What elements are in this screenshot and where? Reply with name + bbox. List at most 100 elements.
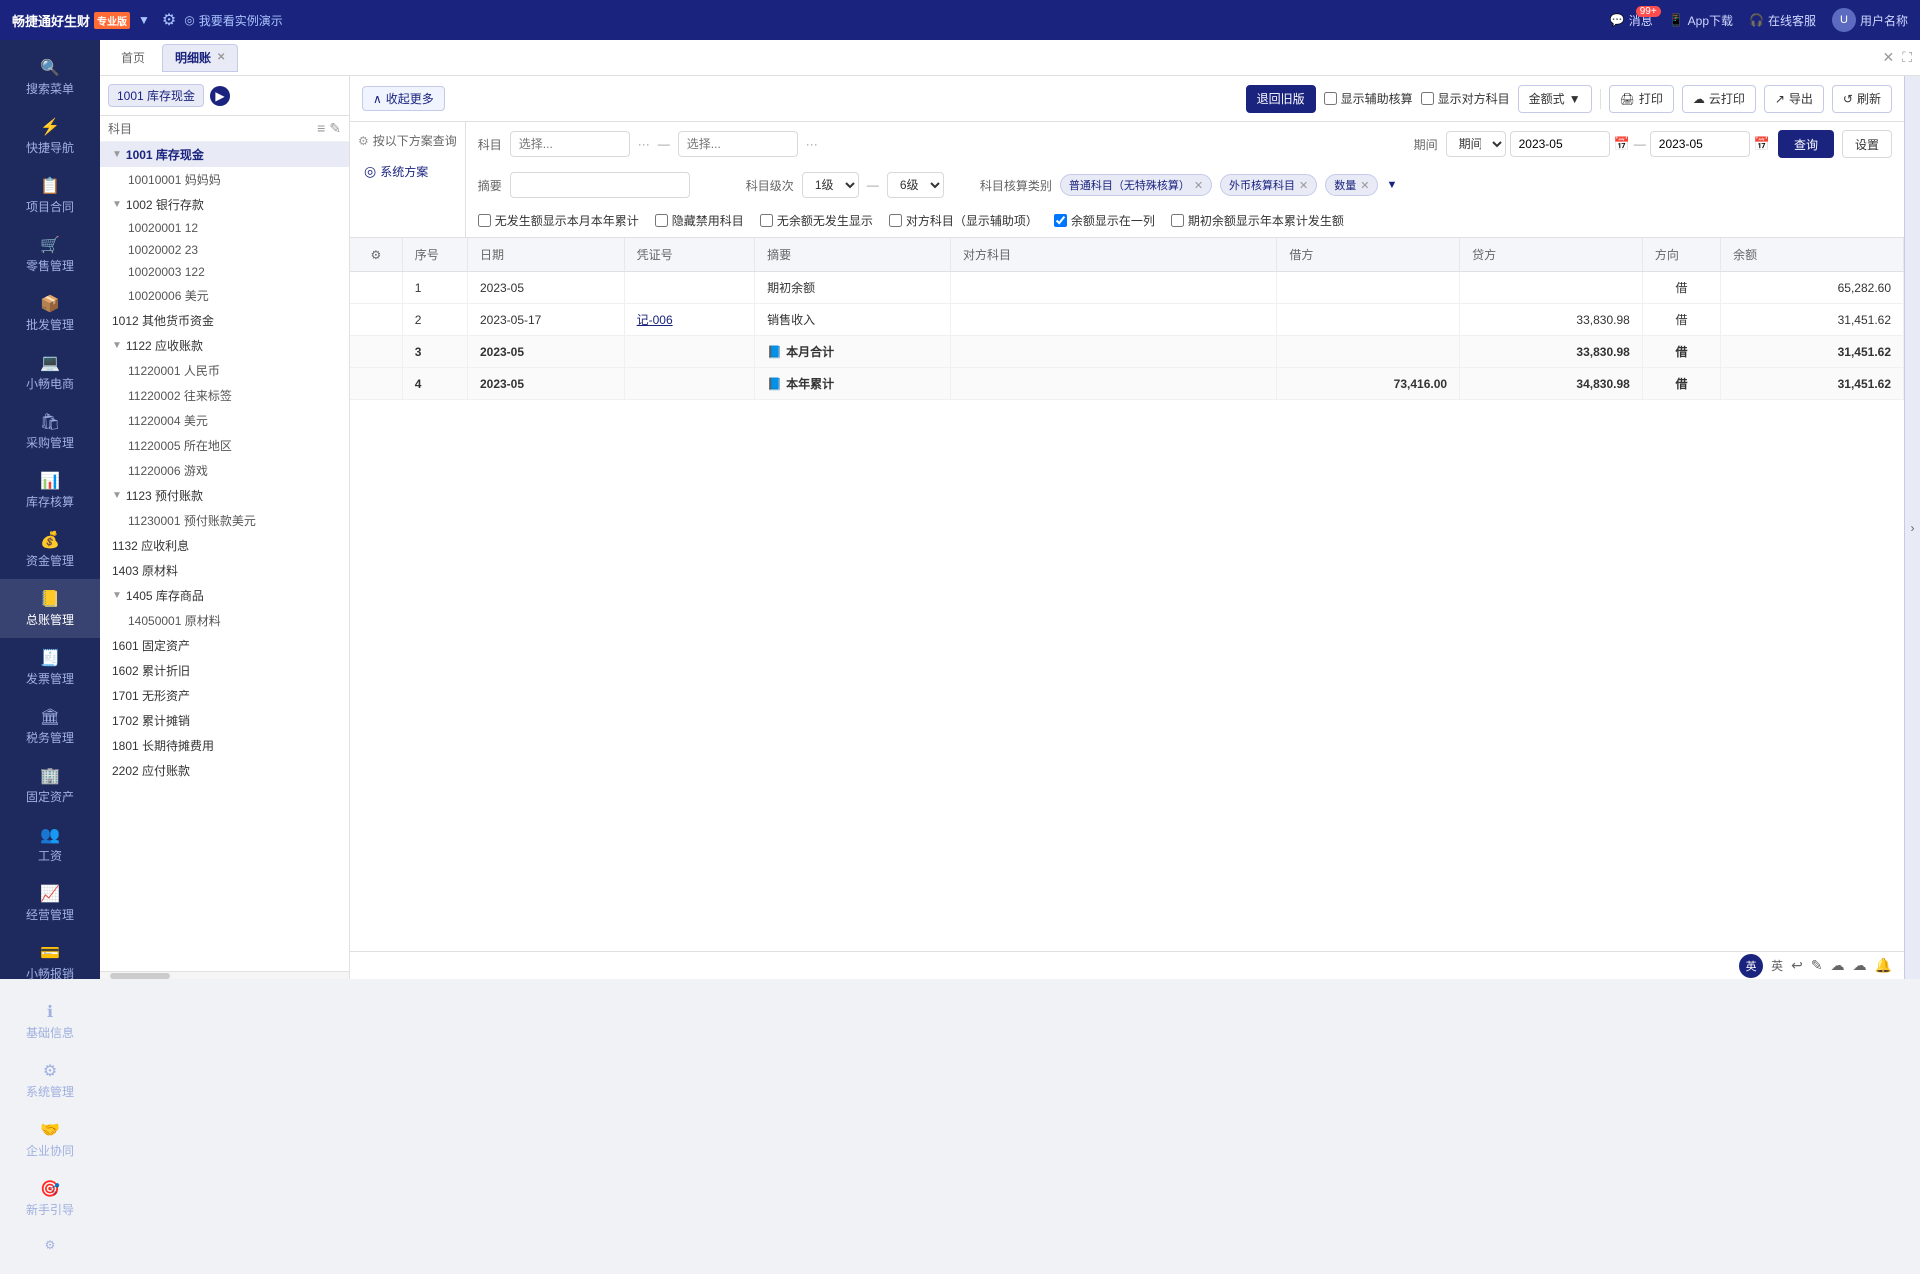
sidebar-item-system[interactable]: ⚙ 系统管理 (0, 1051, 100, 1110)
sidebar-item-assets[interactable]: 🏢 固定资产 (0, 756, 100, 815)
undo-icon[interactable]: ↩ (1791, 957, 1803, 974)
cloud-icon-2[interactable]: ☁ (1853, 957, 1867, 974)
company-dropdown[interactable]: ▼ (138, 13, 150, 27)
checkbox-opening-year-input[interactable] (1171, 214, 1184, 227)
sidebar-settings-btn[interactable]: ⚙ (45, 1228, 56, 1262)
tree-item-1701[interactable]: 1701 无形资产 (100, 683, 349, 708)
sidebar-item-guide[interactable]: 🎯 新手引导 (0, 1169, 100, 1228)
settings-icon[interactable]: ⚙ (162, 10, 176, 30)
sidebar-item-purchase[interactable]: 🛍 采购管理 (0, 402, 100, 461)
tree-item-2202[interactable]: 2202 应付账款 (100, 758, 349, 783)
checkbox-no-amount-input[interactable] (478, 214, 491, 227)
amount-mode-btn[interactable]: 金额式 ▼ (1518, 85, 1592, 113)
tree-item-1403[interactable]: 1403 原材料 (100, 558, 349, 583)
show-aux-check[interactable]: 显示辅助核算 (1324, 90, 1413, 107)
td-voucher-2[interactable]: 记-006 (624, 304, 755, 336)
sidebar-item-inventory[interactable]: 📊 库存核算 (0, 461, 100, 520)
query-btn[interactable]: 查询 (1778, 130, 1834, 158)
tree-item-11230001[interactable]: 11230001 预付账款美元 (100, 508, 349, 533)
col-layout-icon[interactable]: ≡ (317, 120, 325, 137)
subject-level-from-select[interactable]: 1级 (802, 172, 859, 198)
checkbox-no-balance[interactable]: 无余额无发生显示 (760, 212, 873, 229)
tree-item-11220006[interactable]: 11220006 游戏 (100, 458, 349, 483)
checkbox-no-amount[interactable]: 无发生额显示本月本年累计 (478, 212, 639, 229)
user-menu[interactable]: U 用户名称 (1832, 8, 1908, 32)
checkbox-balance-one-col[interactable]: 余额显示在一列 (1054, 212, 1155, 229)
subject-calc-dropdown[interactable]: ▼ (1386, 179, 1397, 191)
tree-item-1602[interactable]: 1602 累计折旧 (100, 658, 349, 683)
tree-item-1012[interactable]: 1012 其他货币资金 (100, 308, 349, 333)
tree-item-1123[interactable]: ▼ 1123 预付账款 (100, 483, 349, 508)
tree-item-1001[interactable]: ▼ 1001 库存现金 (100, 142, 349, 167)
horizontal-scrollbar[interactable] (100, 971, 349, 979)
tree-item-1405[interactable]: ▼ 1405 库存商品 (100, 583, 349, 608)
nav-arrow-btn[interactable]: ▶ (210, 86, 230, 106)
subject-level-to-select[interactable]: 6级 (887, 172, 944, 198)
refresh-btn[interactable]: ↺ 刷新 (1832, 85, 1892, 113)
tree-item-14050001[interactable]: 14050001 原材料 (100, 608, 349, 633)
sidebar-item-payroll[interactable]: 👥 工资 (0, 815, 100, 874)
tab-home[interactable]: 首页 (108, 44, 158, 72)
checkbox-opposite-subject[interactable]: 对方科目（显示辅助项） (889, 212, 1038, 229)
app-download-btn[interactable]: 📱 App下载 (1669, 12, 1733, 29)
tree-item-10020003[interactable]: 10020003 122 (100, 261, 349, 283)
scroll-thumb[interactable] (110, 973, 170, 979)
notification-icon[interactable]: 🔔 (1875, 957, 1892, 974)
lang-switch-btn[interactable]: 英 (1739, 954, 1763, 978)
period-calendar-icon[interactable]: 📅 (1614, 136, 1630, 152)
tree-item-11220005[interactable]: 11220005 所在地区 (100, 433, 349, 458)
tag-close-foreign[interactable]: ✕ (1299, 179, 1308, 192)
sidebar-item-ecommerce[interactable]: 💻 小畅电商 (0, 343, 100, 402)
tree-item-1601[interactable]: 1601 固定资产 (100, 633, 349, 658)
tree-item-1702[interactable]: 1702 累计摊销 (100, 708, 349, 733)
sidebar-item-operations[interactable]: 📈 经营管理 (0, 874, 100, 933)
sidebar-item-finance[interactable]: 💰 资金管理 (0, 520, 100, 579)
th-settings[interactable]: ⚙ (350, 238, 402, 272)
back-old-btn[interactable]: 退回旧版 (1246, 85, 1316, 113)
tab-maximize-btn[interactable]: ⛶ (1902, 49, 1912, 66)
voucher-link[interactable]: 记-006 (637, 313, 673, 327)
show-aux-checkbox[interactable] (1324, 92, 1337, 105)
cloud-print-btn[interactable]: ☁ 云打印 (1682, 85, 1756, 113)
tree-item-11220004[interactable]: 11220004 美元 (100, 408, 349, 433)
tab-detail-close[interactable]: ✕ (217, 52, 225, 63)
checkbox-opposite-input[interactable] (889, 214, 902, 227)
sidebar-item-invoice[interactable]: 🧾 发票管理 (0, 638, 100, 697)
sidebar-item-project[interactable]: 📋 项目合同 (0, 166, 100, 225)
right-side-expand-btn[interactable]: › (1904, 76, 1920, 979)
scheme-item-system[interactable]: ◎ 系统方案 (358, 159, 457, 184)
tree-item-10020002[interactable]: 10020002 23 (100, 239, 349, 261)
tab-detail[interactable]: 明细账 ✕ (162, 44, 238, 72)
sidebar-item-search[interactable]: 🔍 搜索菜单 (0, 48, 100, 107)
sidebar-item-quick-nav[interactable]: ⚡ 快捷导航 (0, 107, 100, 166)
tree-item-10020001[interactable]: 10020001 12 (100, 217, 349, 239)
tree-item-11220002[interactable]: 11220002 往来标签 (100, 383, 349, 408)
export-btn[interactable]: ↗ 导出 (1764, 85, 1824, 113)
subject-input-to[interactable] (678, 131, 798, 157)
period-start-input[interactable] (1510, 131, 1610, 157)
checkbox-no-balance-input[interactable] (760, 214, 773, 227)
tag-close-quantity[interactable]: ✕ (1360, 179, 1369, 192)
cloud-icon-1[interactable]: ☁ (1831, 957, 1845, 974)
tree-item-10020006[interactable]: 10020006 美元 (100, 283, 349, 308)
checkbox-opening-year[interactable]: 期初余额显示年本累计发生额 (1171, 212, 1344, 229)
show-opposite-checkbox[interactable] (1421, 92, 1434, 105)
message-btn[interactable]: 💬 消息 99+ (1610, 12, 1653, 29)
sidebar-item-base-info[interactable]: ℹ 基础信息 (0, 992, 100, 1051)
tree-item-1122[interactable]: ▼ 1122 应收账款 (100, 333, 349, 358)
tree-item-1801[interactable]: 1801 长期待摊费用 (100, 733, 349, 758)
sidebar-item-sales[interactable]: 💳 小畅报销 (0, 933, 100, 992)
checkbox-hide-disabled-input[interactable] (655, 214, 668, 227)
tree-item-1132[interactable]: 1132 应收利息 (100, 533, 349, 558)
col-edit-icon[interactable]: ✎ (329, 120, 341, 137)
sidebar-item-enterprise[interactable]: 🤝 企业协同 (0, 1110, 100, 1169)
checkbox-balance-one-col-input[interactable] (1054, 214, 1067, 227)
tree-item-11220001[interactable]: 11220001 人民币 (100, 358, 349, 383)
period-end-input[interactable] (1650, 131, 1750, 157)
summary-input[interactable] (510, 172, 690, 198)
online-service-btn[interactable]: 🎧 在线客服 (1749, 12, 1816, 29)
tab-close-btn[interactable]: ✕ (1882, 49, 1894, 66)
demo-btn[interactable]: ◎ 我要看实例演示 (184, 12, 283, 29)
period-mode-select[interactable]: 期间 (1446, 131, 1506, 157)
settings-btn[interactable]: 设置 (1842, 130, 1892, 158)
